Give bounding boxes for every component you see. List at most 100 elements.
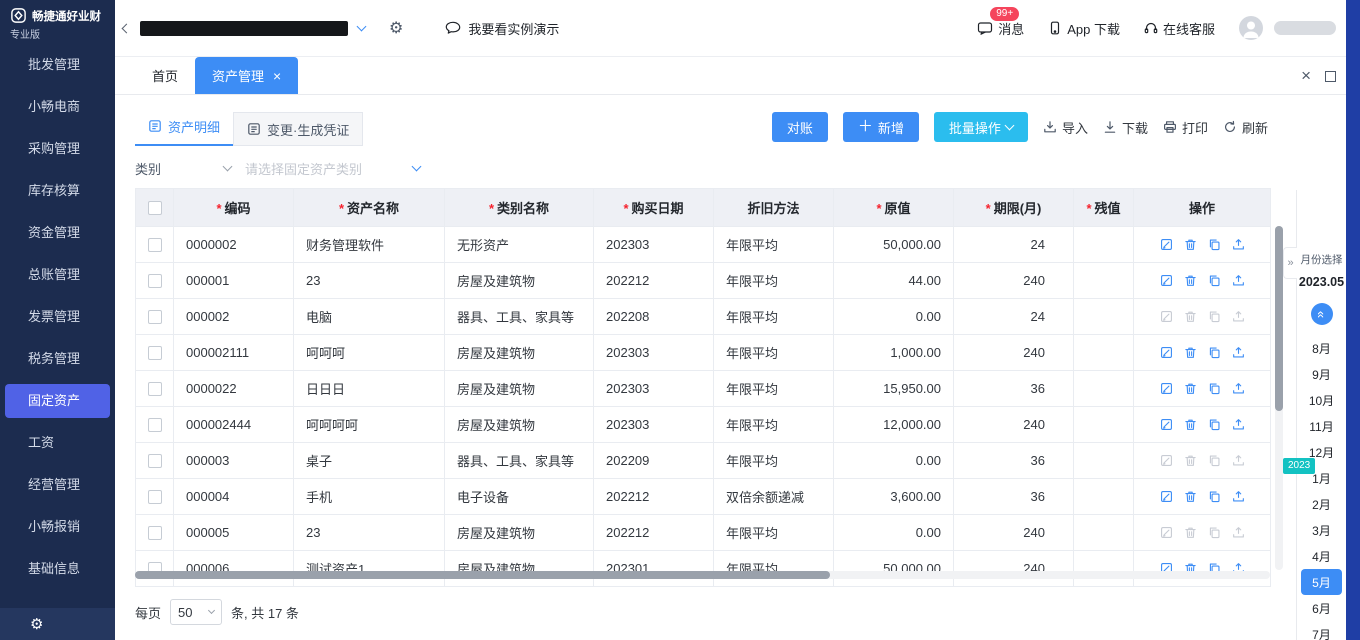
edit-icon[interactable] [1160,454,1173,467]
table-row[interactable]: 000006 测试资产1 房屋及建筑物 202301 年限平均 50,000.0… [135,550,1271,587]
export-icon[interactable] [1232,346,1245,359]
horizontal-scrollbar[interactable] [135,571,1270,579]
month-item[interactable]: 2月 [1297,491,1346,517]
user-menu[interactable] [1239,16,1336,40]
table-row[interactable]: 000002 电脑 器具、工具、家具等 202208 年限平均 0.00 24 [135,298,1271,335]
action-button[interactable]: ＋ 新增 [842,112,919,142]
delete-icon[interactable] [1184,382,1197,395]
month-item[interactable]: 3月 [1297,517,1346,543]
row-checkbox[interactable] [147,346,162,361]
delete-icon[interactable] [1184,490,1197,503]
delete-icon[interactable] [1184,310,1197,323]
sidebar-item[interactable]: 发票管理 [0,296,115,338]
sidebar-item[interactable]: 批发管理 [0,44,115,86]
export-icon[interactable] [1232,274,1245,287]
delete-icon[interactable] [1184,526,1197,539]
company-name-redacted[interactable] [140,20,348,36]
sidebar-item[interactable]: 采购管理 [0,128,115,170]
edit-icon[interactable] [1160,490,1173,503]
month-item[interactable]: 5月 [1301,569,1342,595]
export-icon[interactable] [1232,238,1245,251]
collapse-month-panel-button[interactable]: » [1283,247,1297,279]
copy-icon[interactable] [1208,526,1221,539]
row-checkbox[interactable] [147,382,162,397]
month-item[interactable]: 4月 [1297,543,1346,569]
sidebar-item[interactable]: 资金管理 [0,212,115,254]
tab-close-icon[interactable]: × [273,69,281,83]
copy-icon[interactable] [1208,238,1221,251]
month-item[interactable]: 9月 [1297,361,1346,387]
copy-icon[interactable] [1208,346,1221,359]
edit-icon[interactable] [1160,418,1173,431]
row-checkbox[interactable] [147,490,162,505]
table-row[interactable]: 000002111 呵呵呵 房屋及建筑物 202303 年限平均 1,000.0… [135,334,1271,371]
export-icon[interactable] [1232,310,1245,323]
export-icon[interactable] [1232,526,1245,539]
sidebar-item[interactable]: 固定资产 [0,380,115,422]
edit-icon[interactable] [1160,274,1173,287]
delete-icon[interactable] [1184,238,1197,251]
export-icon[interactable] [1232,382,1245,395]
month-item[interactable]: 7月 [1297,621,1346,640]
edit-icon[interactable] [1160,382,1173,395]
table-row[interactable]: 000002444 呵呵呵呵 房屋及建筑物 202303 年限平均 12,000… [135,406,1271,443]
tab[interactable]: 首页 [135,57,195,94]
collapse-sidebar-icon[interactable] [121,23,132,33]
tool-button[interactable]: 下载 [1103,118,1148,137]
sidebar-item[interactable]: 经营管理 [0,464,115,506]
edit-icon[interactable] [1160,526,1173,539]
tool-button[interactable]: 导入 [1043,118,1088,137]
vertical-scrollbar-thumb[interactable] [1275,226,1283,411]
app-download-button[interactable]: App 下载 [1048,19,1120,38]
scroll-months-up-button[interactable]: « [1310,303,1333,325]
row-checkbox[interactable] [147,418,162,433]
month-item[interactable]: 8月 [1297,335,1346,361]
category-select[interactable]: 请选择固定资产类别 [245,159,422,178]
messages-button[interactable]: 99+ 消息 [977,5,1024,38]
export-icon[interactable] [1232,490,1245,503]
tool-button[interactable]: 刷新 [1223,118,1268,137]
horizontal-scrollbar-thumb[interactable] [135,571,830,579]
close-all-tabs-icon[interactable]: × [1301,66,1311,86]
copy-icon[interactable] [1208,274,1221,287]
sidebar-item[interactable]: 税务管理 [0,338,115,380]
tab[interactable]: 资产管理 × [195,57,299,94]
sidebar-settings-button[interactable]: ⚙ [0,608,115,640]
action-button[interactable]: 批量操作 [933,112,1028,142]
table-row[interactable]: 000003 桌子 器具、工具、家具等 202209 年限平均 0.00 36 [135,442,1271,479]
table-row[interactable]: 000005 23 房屋及建筑物 202212 年限平均 0.00 240 [135,514,1271,551]
table-row[interactable]: 000001 23 房屋及建筑物 202212 年限平均 44.00 240 [135,262,1271,299]
table-row[interactable]: 0000002 财务管理软件 无形资产 202303 年限平均 50,000.0… [135,226,1271,263]
edit-icon[interactable] [1160,310,1173,323]
row-checkbox[interactable] [147,310,162,325]
export-icon[interactable] [1232,418,1245,431]
export-icon[interactable] [1232,454,1245,467]
subtab[interactable]: 变更·生成凭证 [233,112,364,146]
select-all-checkbox[interactable] [147,201,162,216]
edit-icon[interactable] [1160,238,1173,251]
settings-gear-icon[interactable]: ⚙ [389,18,403,38]
month-item[interactable]: 10月 [1297,387,1346,413]
row-checkbox[interactable] [147,238,162,253]
table-row[interactable]: 0000022 日日日 房屋及建筑物 202303 年限平均 15,950.00… [135,370,1271,407]
tool-button[interactable]: 打印 [1163,118,1208,137]
month-item[interactable]: 11月 [1297,413,1346,439]
sidebar-item[interactable]: 小畅电商 [0,86,115,128]
delete-icon[interactable] [1184,346,1197,359]
filter-field-select[interactable]: 类别 [135,159,233,178]
fullscreen-icon[interactable] [1325,70,1336,82]
online-service-button[interactable]: 在线客服 [1144,19,1215,38]
delete-icon[interactable] [1184,454,1197,467]
sidebar-item[interactable]: 总账管理 [0,254,115,296]
action-button[interactable]: 对账 [771,112,828,142]
row-checkbox[interactable] [147,274,162,289]
copy-icon[interactable] [1208,310,1221,323]
row-checkbox[interactable] [147,454,162,469]
copy-icon[interactable] [1208,418,1221,431]
delete-icon[interactable] [1184,274,1197,287]
sidebar-item[interactable]: 小畅报销 [0,506,115,548]
sidebar-item[interactable]: 库存核算 [0,170,115,212]
copy-icon[interactable] [1208,490,1221,503]
subtab[interactable]: 资产明细 [135,108,234,146]
per-page-select[interactable]: 50 [170,599,223,625]
